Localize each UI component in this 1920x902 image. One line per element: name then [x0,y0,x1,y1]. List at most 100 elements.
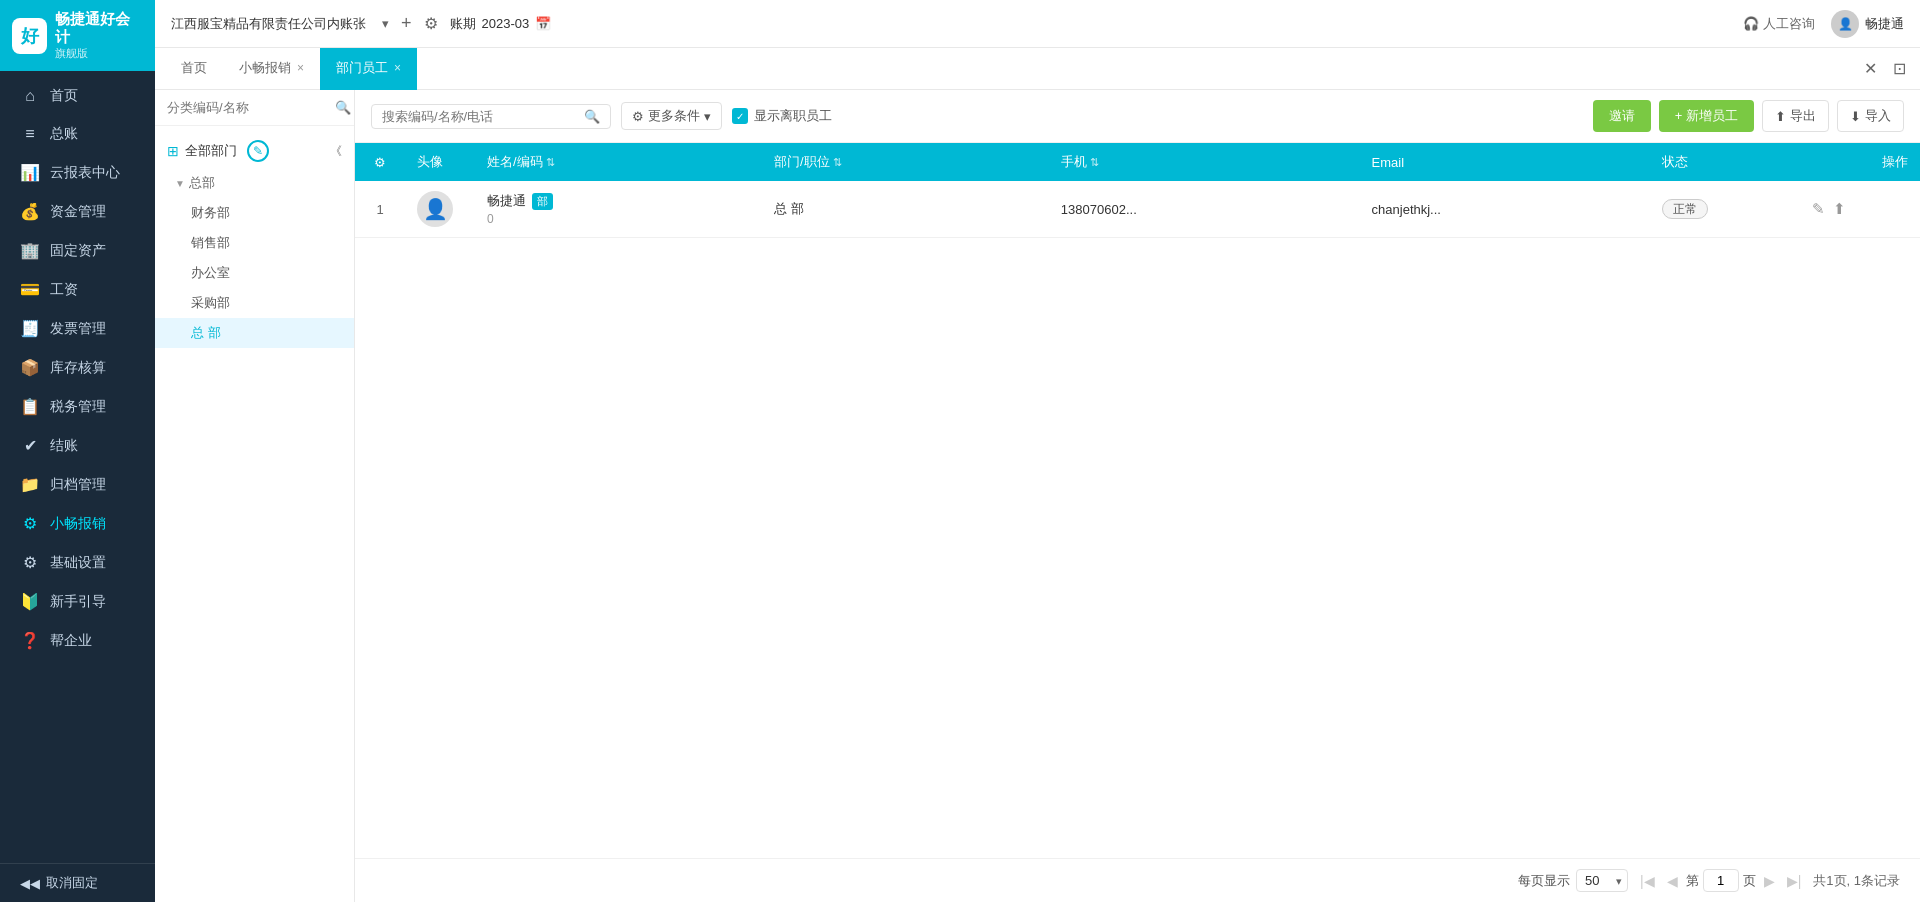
sidebar-item-label: 新手引导 [50,593,106,611]
sidebar-item-help[interactable]: ❓ 帮企业 [0,621,155,660]
sidebar-item-ledger[interactable]: ≡ 总账 [0,115,155,153]
prev-page-button[interactable]: ◀ [1663,871,1682,891]
archive-icon: 📁 [20,475,40,494]
logo-icon: 好 [12,18,47,54]
add-company-button[interactable]: + [401,13,412,34]
tab-expand-icon[interactable]: ⊡ [1889,55,1910,82]
col-settings[interactable]: ⚙ [355,143,405,181]
dept-finance[interactable]: 财务部 [155,198,354,228]
tab-dept-label: 部门员工 [336,59,388,77]
row-status-cell: 正常 [1650,181,1800,238]
row-actions-cell: ✎ ⬆ [1800,181,1920,238]
export-label: 导出 [1790,107,1816,125]
import-icon: ⬇ [1850,109,1861,124]
dept-purchase[interactable]: 采购部 [155,288,354,318]
user-menu[interactable]: 👤 畅捷通 [1831,10,1904,38]
per-page-select[interactable]: 50 10 20 100 [1576,869,1628,892]
dept-finance-label: 财务部 [191,204,230,222]
tab-dept[interactable]: 部门员工 × [320,48,417,90]
sidebar-item-salary[interactable]: 💳 工资 [0,270,155,309]
dept-badge: 部 [532,193,553,210]
dept-search-input[interactable] [167,100,335,115]
last-page-button[interactable]: ▶| [1783,871,1806,891]
employee-table: ⚙ 头像 姓名/编码 部门/职位 手机 [355,143,1920,238]
sidebar-item-tax[interactable]: 📋 税务管理 [0,387,155,426]
col-name[interactable]: 姓名/编码 [475,143,762,181]
sidebar-item-settings[interactable]: ⚙ 基础设置 [0,543,155,582]
tab-close-all-icon[interactable]: ✕ [1860,55,1881,82]
logout-employee-button[interactable]: ⬆ [1833,200,1846,218]
service-button[interactable]: 🎧 人工咨询 [1743,15,1815,33]
add-employee-button[interactable]: + 新增员工 [1659,100,1754,132]
search-icon[interactable]: 🔍 [584,109,600,124]
dept-panel: 🔍 ⊞ 全部部门 ✎ 《 ▼ 总部 财务部 销售部 [155,90,355,902]
dept-general[interactable]: 总 部 [155,318,354,348]
edit-employee-button[interactable]: ✎ [1812,200,1825,218]
dept-search-icon[interactable]: 🔍 [335,100,351,115]
sidebar-item-expense[interactable]: ⚙ 小畅报销 [0,504,155,543]
headset-icon: 🎧 [1743,16,1759,31]
import-button[interactable]: ⬇ 导入 [1837,100,1904,132]
sidebar-item-invoice[interactable]: 🧾 发票管理 [0,309,155,348]
dept-tree: ⊞ 全部部门 ✎ 《 ▼ 总部 财务部 销售部 办公室 [155,126,354,902]
ledger-icon: ≡ [20,125,40,143]
header-settings-icon[interactable]: ⚙ [424,14,438,33]
cancel-pin-label: 取消固定 [46,874,98,892]
sidebar-item-guide[interactable]: 🔰 新手引导 [0,582,155,621]
calendar-icon[interactable]: 📅 [535,16,551,31]
col-dept[interactable]: 部门/职位 [762,143,1049,181]
dept-collapse-icon[interactable]: 《 [330,143,342,160]
salary-icon: 💳 [20,280,40,299]
sidebar-item-label: 基础设置 [50,554,106,572]
tab-home-label: 首页 [181,59,207,77]
all-departments[interactable]: ⊞ 全部部门 ✎ 《 [155,134,354,168]
row-name-cell: 畅捷通 部 0 [475,181,762,238]
invite-button[interactable]: 邀请 [1593,100,1651,132]
page-input[interactable] [1703,869,1739,892]
cancel-pin-button[interactable]: ◀◀ 取消固定 [0,863,155,902]
grid-icon: ⊞ [167,143,179,159]
sidebar-item-inventory[interactable]: 📦 库存核算 [0,348,155,387]
employee-search-input[interactable] [382,109,578,124]
sidebar-item-label: 固定资产 [50,242,106,260]
sidebar-item-label: 归档管理 [50,476,106,494]
employee-table-container: ⚙ 头像 姓名/编码 部门/职位 手机 [355,143,1920,858]
dept-edit-button[interactable]: ✎ [247,140,269,162]
per-page-select-wrap: 50 10 20 100 [1576,869,1628,892]
col-phone[interactable]: 手机 [1049,143,1360,181]
tab-dept-close[interactable]: × [394,61,401,75]
export-button[interactable]: ⬆ 导出 [1762,100,1829,132]
tab-expense-close[interactable]: × [297,61,304,75]
sidebar-item-funds[interactable]: 💰 资金管理 [0,192,155,231]
period-value: 2023-03 [482,16,530,31]
dept-sales[interactable]: 销售部 [155,228,354,258]
more-filter-button[interactable]: ⚙ 更多条件 ▾ [621,102,722,130]
checkbox-icon: ✓ [732,108,748,124]
employee-email: chanjethkj... [1372,202,1441,217]
row-avatar-cell: 👤 [405,181,475,238]
sidebar-item-closing[interactable]: ✔ 结账 [0,426,155,465]
assets-icon: 🏢 [20,241,40,260]
avatar-icon: 👤 [1838,17,1853,31]
tab-home[interactable]: 首页 [165,48,223,90]
closing-icon: ✔ [20,436,40,455]
sidebar-item-reports[interactable]: 📊 云报表中心 [0,153,155,192]
expand-arrow-icon: ▼ [175,178,185,189]
sidebar-item-home[interactable]: ⌂ 首页 [0,77,155,115]
sidebar-item-assets[interactable]: 🏢 固定资产 [0,231,155,270]
first-page-button[interactable]: |◀ [1636,871,1659,891]
show-resigned-checkbox[interactable]: ✓ 显示离职员工 [732,107,832,125]
next-page-button[interactable]: ▶ [1760,871,1779,891]
chart-icon: 📊 [20,163,40,182]
dept-office[interactable]: 办公室 [155,258,354,288]
col-email: Email [1360,143,1650,181]
employee-name: 畅捷通 [487,192,526,210]
guide-icon: 🔰 [20,592,40,611]
row-number: 1 [355,181,405,238]
company-name[interactable]: 江西服宝精品有限责任公司内账张 [171,15,366,33]
company-dropdown-icon[interactable]: ▾ [382,16,389,31]
sidebar-item-archive[interactable]: 📁 归档管理 [0,465,155,504]
tab-expense[interactable]: 小畅报销 × [223,48,320,90]
tab-bar: 首页 小畅报销 × 部门员工 × ✕ ⊡ [155,48,1920,90]
dept-hq[interactable]: ▼ 总部 [155,168,354,198]
